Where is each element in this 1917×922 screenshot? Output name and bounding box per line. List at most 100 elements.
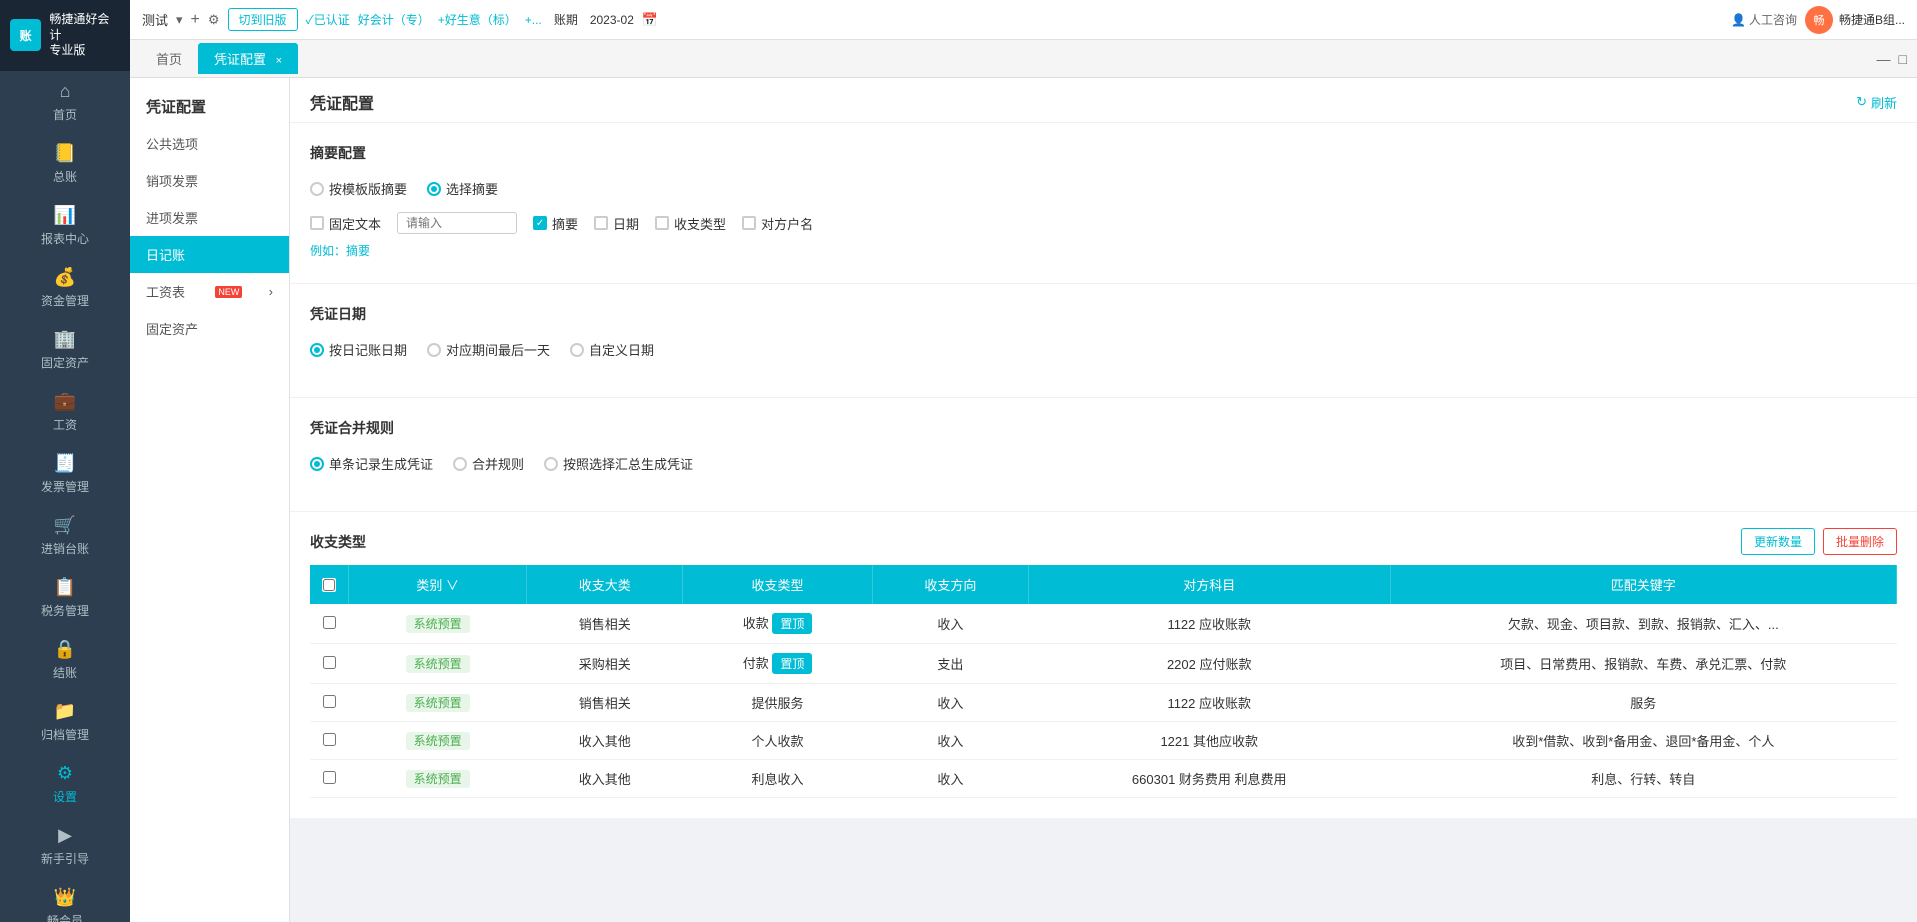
reset-button-0[interactable]: 置顶 [772,613,812,634]
sidebar-item-invoice[interactable]: 🧾 发票管理 [0,443,130,505]
left-nav-item-journal[interactable]: 日记账 [130,236,289,273]
row-account-4: 660301 财务费用 利息费用 [1028,760,1390,798]
th-select-all[interactable] [310,565,349,604]
sidebar-item-tax[interactable]: 📋 税务管理 [0,567,130,629]
sidebar-item-salary[interactable]: 💼 工资 [0,381,130,443]
radio-summary-gen[interactable]: 按照选择汇总生成凭证 [544,454,693,473]
row-checkbox-4[interactable] [310,760,349,798]
period-value: 2023-02 [590,13,634,27]
sidebar-label-reports: 报表中心 [41,230,89,247]
refresh-button[interactable]: ↻ 刷新 [1856,93,1897,112]
tag-good-business: +好生意（标） [438,11,517,28]
sidebar-label-salary: 工资 [53,416,77,433]
radio-select-circle [427,182,441,196]
sidebar-item-guide[interactable]: ▶ 新手引导 [0,815,130,877]
calendar-icon[interactable]: 📅 [642,12,658,28]
sidebar-label-assets: 固定资产 [41,354,89,371]
company-dropdown[interactable]: ▾ [176,12,183,28]
radio-journal-date[interactable]: 按日记账日期 [310,340,407,359]
row-check-0[interactable] [323,616,336,629]
tab-voucher-config[interactable]: 凭证配置 × [198,43,298,74]
select-all-checkbox[interactable] [323,579,335,591]
sidebar-item-purchase[interactable]: 🛒 进销台账 [0,505,130,567]
fixed-text-input[interactable] [397,212,517,234]
row-major-0: 销售相关 [527,604,683,644]
table-row: 系统预置 销售相关 提供服务 收入 1122 应收账款 服务 [310,684,1897,722]
checkbox-fixed-text-box [310,216,324,230]
table-actions: 更新数量 批量删除 [1741,528,1897,555]
batch-delete-button[interactable]: 批量删除 [1823,528,1897,555]
left-nav-item-purchase-invoice[interactable]: 进项发票 [130,199,289,236]
settings-icon: ⚙ [57,763,73,784]
home-icon: ⌂ [60,81,71,102]
row-keywords-3: 收到*借款、收到*备用金、退回*备用金、个人 [1390,722,1896,760]
row-keywords-1: 项目、日常费用、报销款、车费、承兑汇票、付款 [1390,644,1896,684]
checkbox-income-type[interactable]: 收支类型 [655,214,726,233]
radio-period-last[interactable]: 对应期间最后一天 [427,340,550,359]
summary-radio-group: 按模板版摘要 选择摘要 [310,179,1897,198]
row-type-0: 收款 置顶 [683,604,873,644]
checkbox-fixed-text[interactable]: 固定文本 [310,214,381,233]
close-icon: 🔒 [54,639,76,660]
sidebar-item-member[interactable]: 👑 畅会员 [0,877,130,922]
row-check-4[interactable] [323,771,336,784]
help-button[interactable]: 👤 人工咨询 [1731,11,1797,28]
summary-checkbox-row: 固定文本 ✓ 摘要 日期 收支类型 [310,212,1897,234]
radio-template[interactable]: 按模板版摘要 [310,179,407,198]
topbar-settings-icon[interactable]: ⚙ [208,12,220,28]
add-button[interactable]: + [191,11,200,29]
left-nav-item-payroll[interactable]: 工资表NEW› [130,273,289,310]
row-check-1[interactable] [323,656,336,669]
row-direction-4: 收入 [872,760,1028,798]
voucher-date-radio-group: 按日记账日期 对应期间最后一天 自定义日期 [310,340,1897,359]
row-checkbox-0[interactable] [310,604,349,644]
sidebar-item-close[interactable]: 🔒 结账 [0,629,130,691]
row-checkbox-1[interactable] [310,644,349,684]
left-nav-item-fixed-assets[interactable]: 固定资产 [130,310,289,347]
row-checkbox-3[interactable] [310,722,349,760]
row-direction-0: 收入 [872,604,1028,644]
switch-version-button[interactable]: 切到旧版 [228,8,298,31]
radio-select[interactable]: 选择摘要 [427,179,498,198]
tab-home[interactable]: 首页 [140,43,198,74]
reset-button-1[interactable]: 置顶 [772,653,812,674]
row-account-3: 1221 其他应收款 [1028,722,1390,760]
maximize-button[interactable]: □ [1899,51,1907,67]
checkbox-date-box [594,216,608,230]
row-category-2: 系统预置 [349,684,527,722]
left-nav-item-public[interactable]: 公共选项 [130,125,289,162]
sidebar-label-tax: 税务管理 [41,602,89,619]
user-menu[interactable]: 畅 畅捷通B组... [1805,6,1905,34]
radio-summary-gen-circle [544,457,558,471]
row-check-3[interactable] [323,733,336,746]
radio-custom-date[interactable]: 自定义日期 [570,340,654,359]
update-button[interactable]: 更新数量 [1741,528,1815,555]
minimize-button[interactable]: — [1877,51,1891,67]
table-row: 系统预置 收入其他 个人收款 收入 1221 其他应收款 收到*借款、收到*备用… [310,722,1897,760]
sidebar-label-archive: 归档管理 [41,726,89,743]
checkbox-date[interactable]: 日期 [594,214,639,233]
income-expense-section: 收支类型 更新数量 批量删除 [290,512,1917,818]
sidebar-item-home[interactable]: ⌂ 首页 [0,71,130,133]
radio-custom-date-circle [570,343,584,357]
th-major: 收支大类 [527,565,683,604]
row-check-2[interactable] [323,695,336,708]
radio-single[interactable]: 单条记录生成凭证 [310,454,433,473]
sidebar-item-ledger[interactable]: 📒 总账 [0,133,130,195]
sidebar-item-assets[interactable]: 🏢 固定资产 [0,319,130,381]
sidebar-label-member: 畅会员 [47,912,83,922]
sidebar-label-close: 结账 [53,664,77,681]
ledger-icon: 📒 [54,143,76,164]
sidebar-item-funds[interactable]: 💰 资金管理 [0,257,130,319]
sidebar-item-settings[interactable]: ⚙ 设置 [0,753,130,815]
sidebar-item-reports[interactable]: 📊 报表中心 [0,195,130,257]
tab-close-icon[interactable]: × [276,55,282,67]
checkbox-counterpart[interactable]: 对方户名 [742,214,813,233]
row-checkbox-2[interactable] [310,684,349,722]
left-nav-item-sales-invoice[interactable]: 销项发票 [130,162,289,199]
purchase-icon: 🛒 [54,515,76,536]
radio-merge[interactable]: 合并规则 [453,454,524,473]
sidebar-item-archive[interactable]: 📁 归档管理 [0,691,130,753]
checkbox-summary[interactable]: ✓ 摘要 [533,214,578,233]
row-type-1: 付款 置顶 [683,644,873,684]
